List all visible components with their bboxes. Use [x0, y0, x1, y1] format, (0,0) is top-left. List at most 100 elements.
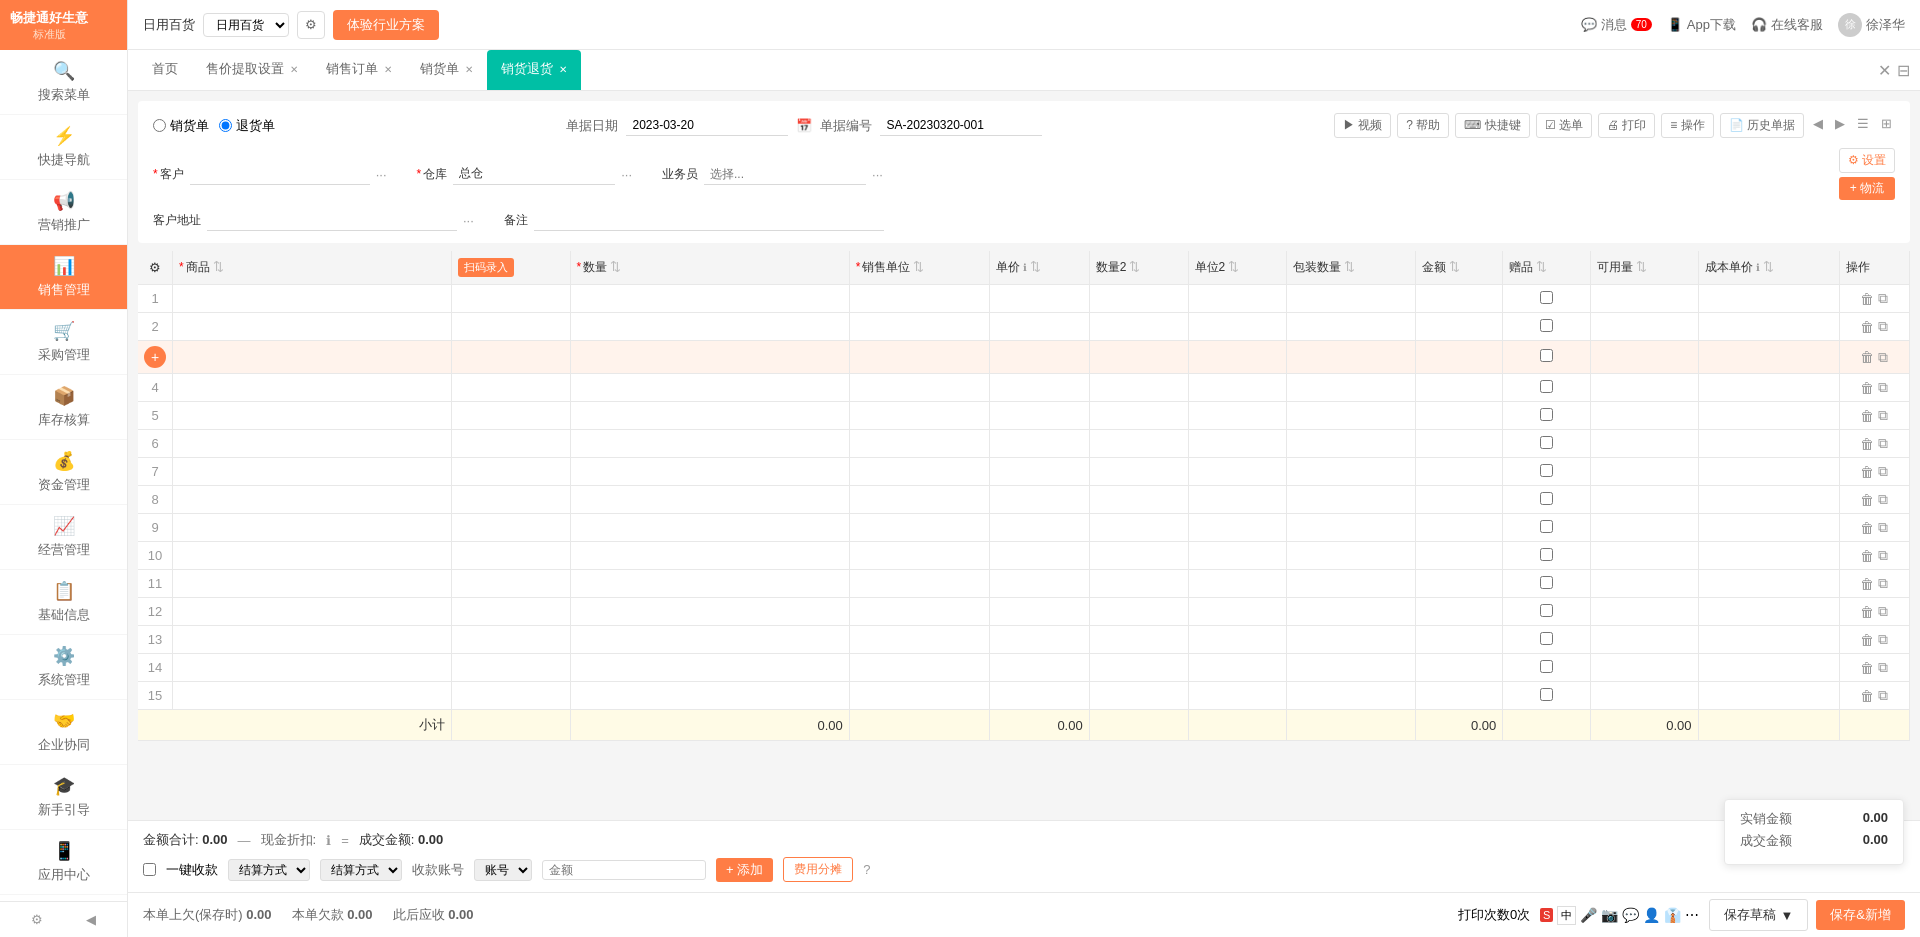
price-sort-icon[interactable]: ⇅ [1030, 259, 1041, 274]
one-click-collect-check[interactable] [143, 863, 156, 876]
goods-input-12[interactable] [179, 605, 445, 619]
address-input[interactable] [207, 210, 457, 231]
copy-btn-10[interactable]: ⧉ [1878, 547, 1888, 564]
goods-input-3[interactable] [179, 351, 445, 365]
fee-split-btn[interactable]: 费用分摊 [783, 857, 853, 882]
radio-return-input[interactable] [219, 119, 232, 132]
radio-sales-return[interactable]: 退货单 [219, 117, 275, 135]
qty-input-13[interactable] [577, 633, 843, 647]
settings-btn[interactable]: ⚙ 设置 [1839, 148, 1895, 173]
qty-input-9[interactable] [577, 521, 843, 535]
sidebar-item-enterprise[interactable]: 🤝 企业协同 [0, 700, 127, 765]
tab-sales-order[interactable]: 销售订单 ✕ [312, 50, 406, 90]
pkgqty-sort-icon[interactable]: ⇅ [1344, 259, 1355, 274]
gift-check-9[interactable] [1540, 520, 1553, 533]
tab-delivery-close[interactable]: ✕ [465, 64, 473, 75]
view-list[interactable]: ☰ [1854, 113, 1872, 138]
qty-input-15[interactable] [577, 689, 843, 703]
tab-manage[interactable]: ⊟ [1897, 61, 1910, 80]
nav-next[interactable]: ▶ [1832, 113, 1848, 138]
goods-input-6[interactable] [179, 437, 445, 451]
shortcut-btn[interactable]: ⌨ 快捷键 [1455, 113, 1529, 138]
amount-sort-icon[interactable]: ⇅ [1449, 259, 1460, 274]
sidebar-item-operations[interactable]: 📈 经营管理 [0, 505, 127, 570]
qty-input-4[interactable] [577, 381, 843, 395]
video-btn[interactable]: ▶ 视频 [1334, 113, 1391, 138]
tab-price-setup[interactable]: 售价提取设置 ✕ [192, 50, 312, 90]
delete-btn-6[interactable]: 🗑 [1860, 436, 1874, 452]
amount-input[interactable] [542, 860, 706, 880]
sidebar-item-search[interactable]: 🔍 搜索菜单 [0, 50, 127, 115]
sidebar-item-guide[interactable]: 🎓 新手引导 [0, 765, 127, 830]
gift-check-6[interactable] [1540, 436, 1553, 449]
gift-check-2[interactable] [1540, 319, 1553, 332]
message-btn[interactable]: 💬 消息 70 [1581, 16, 1652, 34]
gift-check-12[interactable] [1540, 604, 1553, 617]
qty-input-10[interactable] [577, 549, 843, 563]
copy-btn-7[interactable]: ⧉ [1878, 463, 1888, 480]
sidebar-item-inventory[interactable]: 📦 库存核算 [0, 375, 127, 440]
delete-btn-9[interactable]: 🗑 [1860, 520, 1874, 536]
trial-btn[interactable]: 体验行业方案 [333, 10, 439, 40]
delete-btn-12[interactable]: 🗑 [1860, 604, 1874, 620]
user-profile-btn[interactable]: 徐 徐泽华 [1838, 13, 1905, 37]
delete-btn-14[interactable]: 🗑 [1860, 660, 1874, 676]
delete-btn-13[interactable]: 🗑 [1860, 632, 1874, 648]
delete-btn-10[interactable]: 🗑 [1860, 548, 1874, 564]
goods-input-11[interactable] [179, 577, 445, 591]
goods-input-8[interactable] [179, 493, 445, 507]
copy-btn-9[interactable]: ⧉ [1878, 519, 1888, 536]
topbar-settings-btn[interactable]: ⚙ [297, 11, 325, 39]
calendar-icon[interactable]: 📅 [796, 118, 812, 133]
help-btn[interactable]: ? 帮助 [1397, 113, 1449, 138]
goods-cell[interactable] [173, 285, 452, 313]
gift-check-8[interactable] [1540, 492, 1553, 505]
history-btn[interactable]: 📄 历史单据 [1720, 113, 1804, 138]
print-btn[interactable]: 🖨 打印 [1598, 113, 1655, 138]
radio-sales-delivery-input[interactable] [153, 119, 166, 132]
copy-btn-15[interactable]: ⧉ [1878, 687, 1888, 704]
sidebar-item-sales[interactable]: 📊 销售管理 [0, 245, 127, 310]
qty-input-1[interactable] [577, 292, 843, 306]
unit-sort-icon[interactable]: ⇅ [913, 259, 924, 274]
tab-home[interactable]: 首页 [138, 50, 192, 90]
copy-btn-13[interactable]: ⧉ [1878, 631, 1888, 648]
copy-btn-6[interactable]: ⧉ [1878, 435, 1888, 452]
sidebar-item-app-center[interactable]: 📱 应用中心 [0, 830, 127, 895]
gift-check-4[interactable] [1540, 380, 1553, 393]
gift-check-7[interactable] [1540, 464, 1553, 477]
qty-input-2[interactable] [577, 320, 843, 334]
goods-input-13[interactable] [179, 633, 445, 647]
save-new-btn[interactable]: 保存&新增 [1816, 900, 1905, 930]
goods-input-10[interactable] [179, 549, 445, 563]
gift-check-14[interactable] [1540, 660, 1553, 673]
doc-no-input[interactable] [880, 115, 1042, 136]
delete-btn-15[interactable]: 🗑 [1860, 688, 1874, 704]
qty-input-5[interactable] [577, 409, 843, 423]
qty-input-12[interactable] [577, 605, 843, 619]
collapse-icon[interactable]: ◀ [86, 912, 96, 927]
sidebar-item-marketing[interactable]: 📢 营销推广 [0, 180, 127, 245]
sidebar-item-finance[interactable]: 💰 资金管理 [0, 440, 127, 505]
copy-btn-2[interactable]: ⧉ [1878, 318, 1888, 335]
sidebar-item-quick-nav[interactable]: ⚡ 快捷导航 [0, 115, 127, 180]
copy-btn-3[interactable]: ⧉ [1878, 349, 1888, 366]
copy-btn-5[interactable]: ⧉ [1878, 407, 1888, 424]
copy-btn-14[interactable]: ⧉ [1878, 659, 1888, 676]
gift-check-3[interactable] [1540, 349, 1553, 362]
settlement-method-select[interactable]: 结算方式 [228, 859, 310, 881]
copy-btn-11[interactable]: ⧉ [1878, 575, 1888, 592]
delete-btn-5[interactable]: 🗑 [1860, 408, 1874, 424]
calculation-select[interactable]: 结算方式 [320, 859, 402, 881]
goods-input-9[interactable] [179, 521, 445, 535]
warehouse-input[interactable] [453, 164, 615, 185]
tab-price-close[interactable]: ✕ [290, 64, 298, 75]
copy-btn-12[interactable]: ⧉ [1878, 603, 1888, 620]
date-input[interactable] [626, 115, 788, 136]
gift-check-10[interactable] [1540, 548, 1553, 561]
gift-sort-icon[interactable]: ⇅ [1536, 259, 1547, 274]
nav-prev[interactable]: ◀ [1810, 113, 1826, 138]
salesperson-input[interactable] [704, 164, 866, 185]
gift-check-5[interactable] [1540, 408, 1553, 421]
delete-btn-2[interactable]: 🗑 [1860, 319, 1874, 335]
